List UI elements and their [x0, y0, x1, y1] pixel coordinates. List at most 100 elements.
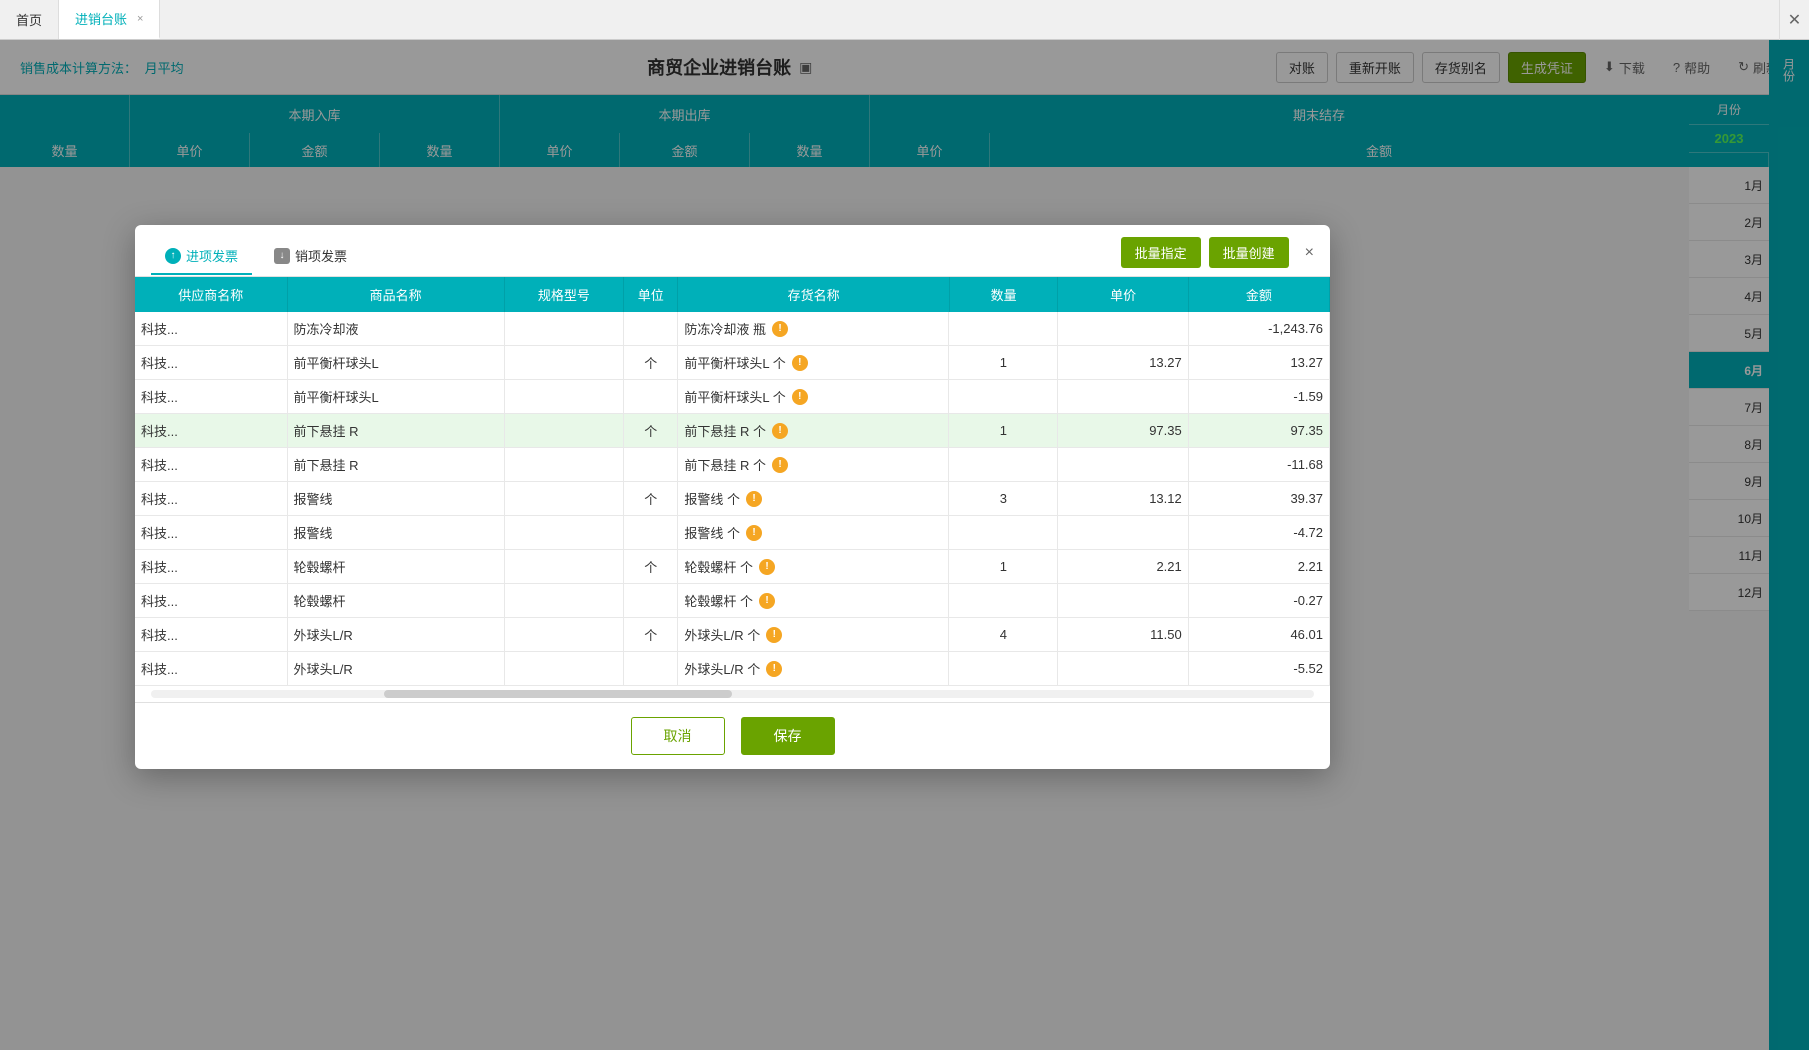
cell-amount: -0.27 — [1188, 584, 1329, 618]
table-row[interactable]: 科技...轮毂螺杆 轮毂螺杆 个! -0.27 — [135, 584, 1330, 618]
modal-table-wrapper[interactable]: 供应商名称 商品名称 规格型号 单位 存货名称 数量 单价 金额 科技...防冻… — [135, 277, 1330, 686]
cell-inventory: 轮毂螺杆 个! — [678, 584, 949, 617]
cell-qty: 1 — [949, 346, 1058, 380]
cell-amount: 46.01 — [1188, 618, 1329, 652]
cell-supplier: 科技... — [135, 312, 287, 346]
cell-unit: 个 — [624, 482, 678, 516]
horizontal-scrollbar[interactable] — [151, 690, 1314, 698]
outgoing-tab-label: 销项发票 — [295, 246, 347, 265]
cell-price: 97.35 — [1058, 414, 1188, 448]
table-row[interactable]: 科技...外球头L/R外球头L/R 个!-5.52 — [135, 652, 1330, 686]
tab-outgoing-invoice[interactable]: ↓ 销项发票 — [260, 238, 361, 275]
cell-amount: -1.59 — [1188, 380, 1329, 414]
cell-spec — [504, 584, 623, 618]
cell-inventory: 前平衡杆球头L 个! — [678, 346, 949, 379]
cell-product: 防冻冷却液 — [287, 312, 504, 346]
tab-bar: 首页 进销台账 × ✕ — [0, 0, 1809, 40]
cell-supplier: 科技... — [135, 618, 287, 652]
incoming-tab-icon: ↑ — [165, 248, 181, 264]
cell-amount: 39.37 — [1188, 482, 1329, 516]
tab-ledger-close[interactable]: × — [137, 13, 143, 25]
cell-amount: -5.52 — [1188, 652, 1329, 686]
window-close-button[interactable]: ✕ — [1779, 0, 1809, 40]
cell-spec — [504, 380, 623, 414]
warning-icon: ! — [772, 423, 788, 439]
warning-icon: ! — [766, 661, 782, 677]
cell-inventory: 外球头L/R 个! — [678, 618, 949, 651]
cell-qty — [949, 516, 1058, 550]
cell-price: 13.27 — [1058, 346, 1188, 380]
cell-unit: 个 — [624, 414, 678, 448]
table-row[interactable]: 科技...防冻冷却液防冻冷却液 瓶!-1,243.76 — [135, 312, 1330, 346]
table-row[interactable]: 科技...前平衡杆球头L个前平衡杆球头L 个!113.2713.27 — [135, 346, 1330, 380]
warning-icon: ! — [772, 321, 788, 337]
cell-product: 轮毂螺杆 — [287, 584, 504, 618]
table-row[interactable]: 科技...报警线个报警线 个!313.1239.37 — [135, 482, 1330, 516]
cell-product: 前下悬挂 R — [287, 414, 504, 448]
table-row[interactable]: 科技...前下悬挂 R前下悬挂 R 个!-11.68 — [135, 448, 1330, 482]
cell-spec — [504, 550, 623, 584]
tab-incoming-invoice[interactable]: ↑ 进项发票 — [151, 238, 252, 275]
save-button[interactable]: 保存 — [741, 717, 835, 755]
col-inventory: 存货名称 — [678, 277, 949, 312]
cell-qty — [949, 584, 1058, 618]
table-row[interactable]: 科技...外球头L/R个外球头L/R 个!411.5046.01 — [135, 618, 1330, 652]
cell-product: 报警线 — [287, 516, 504, 550]
tab-ledger[interactable]: 进销台账 × — [59, 0, 160, 39]
cell-price: 13.12 — [1058, 482, 1188, 516]
cell-qty — [949, 448, 1058, 482]
incoming-tab-label: 进项发票 — [186, 246, 238, 265]
outgoing-tab-icon: ↓ — [274, 248, 290, 264]
table-header-row: 供应商名称 商品名称 规格型号 单位 存货名称 数量 单价 金额 — [135, 277, 1330, 312]
cell-unit — [624, 380, 678, 414]
table-row[interactable]: 科技...前平衡杆球头L前平衡杆球头L 个!-1.59 — [135, 380, 1330, 414]
scrollbar-thumb[interactable] — [384, 690, 733, 698]
cell-product: 前下悬挂 R — [287, 448, 504, 482]
modal-header-actions: 批量指定 批量创建 × — [1121, 237, 1314, 276]
warning-icon: ! — [759, 593, 775, 609]
cell-price — [1058, 584, 1188, 618]
cell-supplier: 科技... — [135, 652, 287, 686]
cell-supplier: 科技... — [135, 516, 287, 550]
cell-inventory: 前下悬挂 R 个! — [678, 414, 949, 447]
invoice-table: 供应商名称 商品名称 规格型号 单位 存货名称 数量 单价 金额 科技...防冻… — [135, 277, 1330, 686]
cell-supplier: 科技... — [135, 346, 287, 380]
cell-supplier: 科技... — [135, 448, 287, 482]
table-row[interactable]: 科技...前下悬挂 R个前下悬挂 R 个!197.3597.35 — [135, 414, 1330, 448]
cell-supplier: 科技... — [135, 550, 287, 584]
batch-create-button[interactable]: 批量创建 — [1209, 237, 1289, 268]
col-amount: 金额 — [1188, 277, 1329, 312]
cell-amount: 13.27 — [1188, 346, 1329, 380]
modal-close-button[interactable]: × — [1297, 244, 1314, 262]
cell-spec — [504, 618, 623, 652]
cell-price — [1058, 380, 1188, 414]
cancel-button[interactable]: 取消 — [631, 717, 725, 755]
col-spec: 规格型号 — [504, 277, 623, 312]
cell-supplier: 科技... — [135, 584, 287, 618]
cell-qty: 1 — [949, 414, 1058, 448]
warning-icon: ! — [759, 559, 775, 575]
cell-spec — [504, 312, 623, 346]
tab-home-label: 首页 — [16, 10, 42, 29]
col-price: 单价 — [1058, 277, 1188, 312]
tab-home[interactable]: 首页 — [0, 0, 59, 39]
cell-amount: 2.21 — [1188, 550, 1329, 584]
cell-inventory: 报警线 个! — [678, 482, 949, 515]
cell-unit — [624, 584, 678, 618]
cell-price: 2.21 — [1058, 550, 1188, 584]
cell-spec — [504, 448, 623, 482]
warning-icon: ! — [746, 491, 762, 507]
cell-price — [1058, 516, 1188, 550]
batch-assign-button[interactable]: 批量指定 — [1121, 237, 1201, 268]
warning-icon: ! — [792, 389, 808, 405]
table-row[interactable]: 科技...报警线报警线 个!-4.72 — [135, 516, 1330, 550]
cell-inventory: 前下悬挂 R 个! — [678, 448, 949, 481]
cell-inventory: 轮毂螺杆 个! — [678, 550, 949, 583]
cell-unit — [624, 312, 678, 346]
cell-supplier: 科技... — [135, 414, 287, 448]
table-row[interactable]: 科技...轮毂螺杆个轮毂螺杆 个!12.212.21 — [135, 550, 1330, 584]
cell-spec — [504, 516, 623, 550]
cell-amount: -4.72 — [1188, 516, 1329, 550]
cell-price — [1058, 448, 1188, 482]
cell-qty — [949, 380, 1058, 414]
